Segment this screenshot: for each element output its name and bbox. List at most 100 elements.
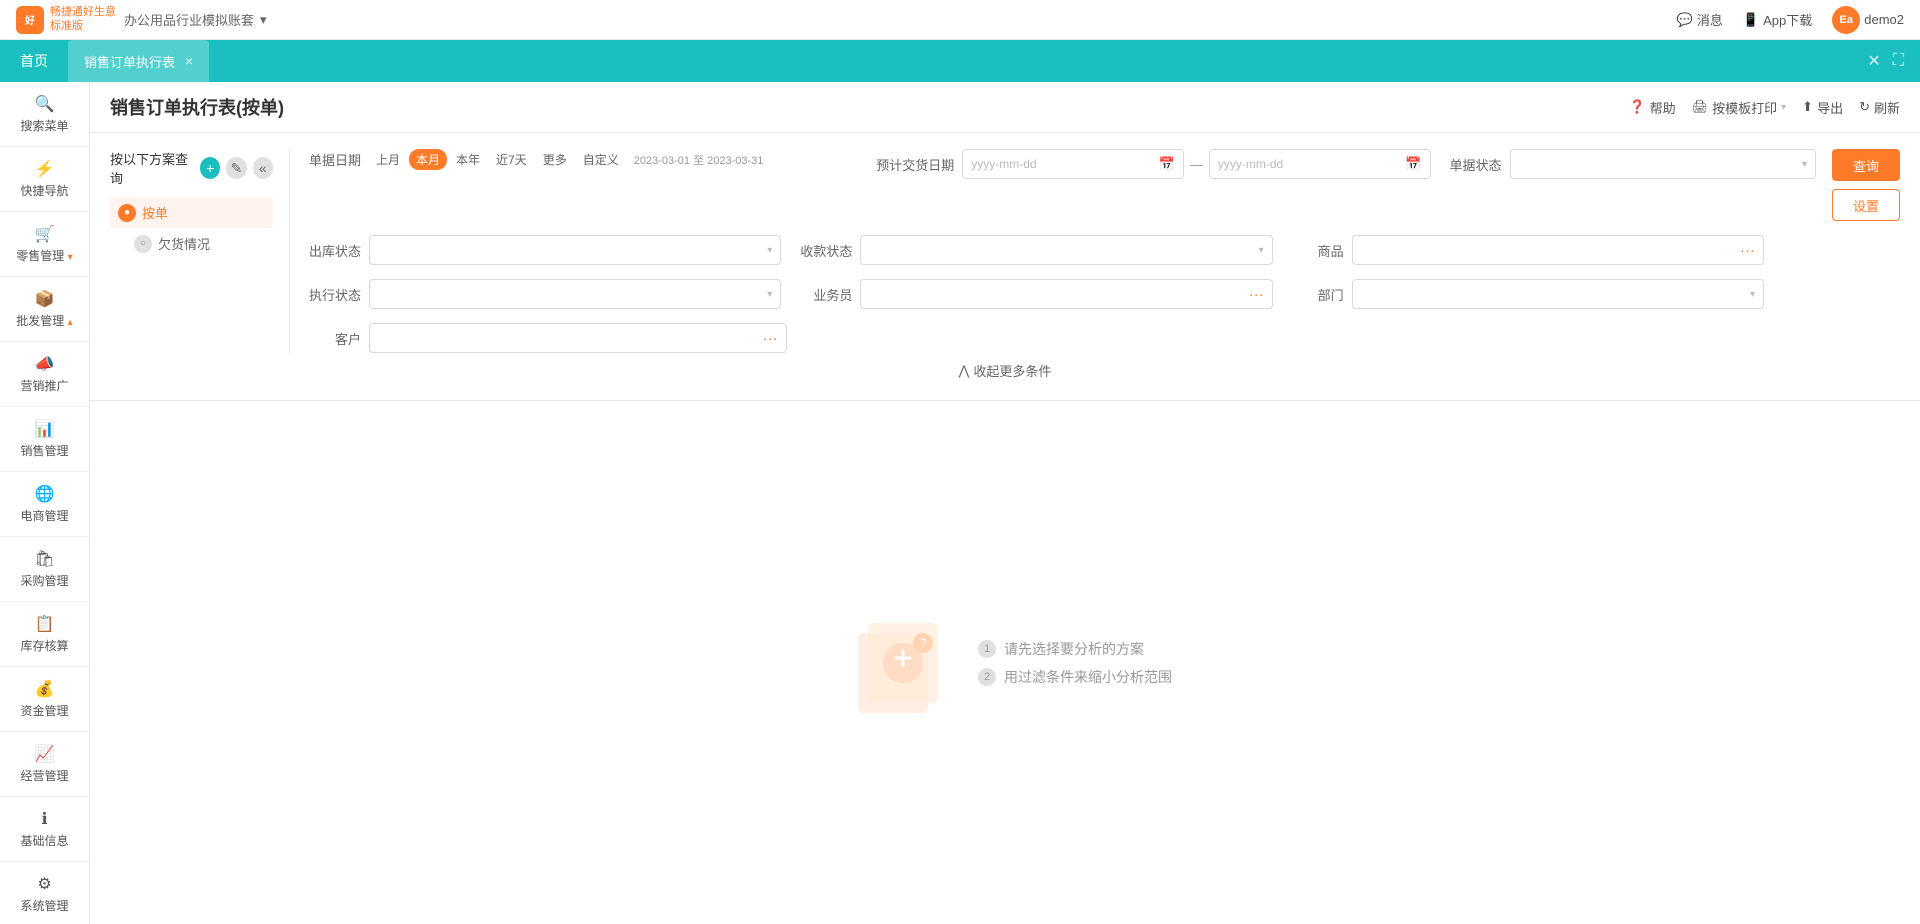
page-title: 销售订单执行表(按单) (110, 94, 284, 132)
download-icon: 📱 (1743, 12, 1759, 28)
close-window-icon[interactable]: ✕ (1867, 51, 1880, 71)
finance-icon: 💰 (6, 679, 83, 699)
collapse-more-btn[interactable]: ⋀ 收起更多条件 (110, 353, 1900, 384)
add-scheme-btn[interactable]: + (200, 157, 220, 179)
query-button[interactable]: 查询 (1832, 149, 1900, 181)
page-actions: ❓ 帮助 🖨 按模板打印 ▾ ⬆ 导出 ↻ 刷新 (1629, 98, 1900, 129)
scheme-shortage-icon: ○ (134, 235, 152, 253)
set-button[interactable]: 设置 (1832, 189, 1900, 221)
exec-group: 执行状态 ▾ (306, 279, 781, 309)
logo-text: 畅捷通好生意 标准版 (50, 6, 116, 32)
sidebar-item-sales[interactable]: 📊 销售管理 (0, 407, 89, 472)
print-btn[interactable]: 🖨 按模板打印 ▾ (1692, 98, 1787, 117)
help-icon: ❓ (1629, 99, 1645, 115)
date-btn-thismonth[interactable]: 本月 (409, 149, 447, 170)
outstock-group: 出库状态 ▾ (306, 235, 781, 265)
collapse-icon: ⋀ (959, 363, 970, 379)
empty-tip-1: 1 请先选择要分析的方案 (978, 639, 1172, 659)
export-icon: ⬆ (1802, 99, 1813, 115)
tip-num-2: 2 (978, 668, 996, 686)
goods-more-icon[interactable]: ··· (1740, 242, 1755, 259)
inventory-icon: 📋 (6, 614, 83, 634)
app-download-btn[interactable]: 📱 App下载 (1743, 10, 1812, 29)
sidebar-item-basic[interactable]: ℹ 基础信息 (0, 797, 89, 862)
retail-icon: 🛒 (6, 224, 83, 244)
empty-tips: 1 请先选择要分析的方案 2 用过滤条件来缩小分析范围 (978, 639, 1172, 687)
outstock-arrow: ▾ (767, 245, 772, 256)
receipt-group: 收款状态 ▾ (797, 235, 1272, 265)
scheme-order-icon: ● (118, 204, 136, 222)
tab-bar-right: ✕ ⛶ (1867, 51, 1920, 71)
message-btn[interactable]: 💬 消息 (1677, 10, 1723, 29)
query-action-area: 查询 设置 (1832, 149, 1900, 221)
collapse-scheme-btn[interactable]: « (253, 157, 273, 179)
receipt-select[interactable]: ▾ (860, 235, 1272, 265)
sidebar-item-search[interactable]: 🔍 搜索菜单 (0, 82, 89, 147)
status-group: 单据状态 ▾ (1447, 149, 1817, 179)
sidebar-item-nav[interactable]: ⚡ 快捷导航 (0, 147, 89, 212)
search-icon: 🔍 (6, 94, 83, 114)
print-icon: 🖨 (1692, 99, 1709, 115)
cal-to-icon: 📅 (1405, 156, 1421, 172)
breadcrumb[interactable]: 办公用品行业模拟账套 ▾ (124, 10, 267, 29)
outstock-select[interactable]: ▾ (369, 235, 781, 265)
top-bar-left: 好 畅捷通好生意 标准版 办公用品行业模拟账套 ▾ (16, 6, 267, 34)
date-btn-7days[interactable]: 近7天 (489, 149, 534, 170)
expected-date-group: 预计交货日期 yyyy-mm-dd 📅 — yyyy-mm-dd 📅 (876, 149, 1430, 179)
filter-area: 按以下方案查询 + ✎ « ● 按单 ○ 欠货情况 (90, 133, 1920, 401)
page-header: 销售订单执行表(按单) ❓ 帮助 🖨 按模板打印 ▾ ⬆ 导出 ↻ 刷新 (90, 82, 1920, 133)
expected-date-to[interactable]: yyyy-mm-dd 📅 (1209, 149, 1431, 179)
salesman-more-icon[interactable]: ··· (1249, 286, 1264, 303)
goods-select[interactable]: ··· (1352, 235, 1764, 265)
marketing-icon: 📣 (6, 354, 83, 374)
maximize-icon[interactable]: ⛶ (1893, 52, 1904, 70)
receipt-arrow: ▾ (1259, 245, 1264, 256)
tab-close-btn[interactable]: × (185, 53, 193, 69)
date-btn-custom[interactable]: 自定义 (576, 149, 626, 170)
tab-active[interactable]: 首页 销售订单执行表 × (68, 40, 209, 82)
date-btn-more[interactable]: 更多 (536, 149, 574, 170)
help-btn[interactable]: ❓ 帮助 (1629, 98, 1675, 117)
sidebar-item-marketing[interactable]: 📣 营销推广 (0, 342, 89, 407)
expected-date-from[interactable]: yyyy-mm-dd 📅 (962, 149, 1184, 179)
status-select[interactable]: ▾ (1510, 149, 1817, 179)
filter-main: 按以下方案查询 + ✎ « ● 按单 ○ 欠货情况 (110, 149, 1900, 353)
exec-arrow: ▾ (767, 289, 772, 300)
scheme-header: 按以下方案查询 + ✎ « (110, 149, 273, 187)
empty-state: ? 1 请先选择要分析的方案 2 用过滤条件来缩小分析范围 (90, 401, 1920, 924)
sidebar-item-operations[interactable]: 📈 经营管理 (0, 732, 89, 797)
export-btn[interactable]: ⬆ 导出 (1802, 98, 1843, 117)
sidebar-item-inventory[interactable]: 📋 库存核算 (0, 602, 89, 667)
empty-illustration: ? (838, 603, 958, 723)
customer-select[interactable]: ··· (369, 323, 787, 353)
date-btn-lastmonth[interactable]: 上月 (369, 149, 407, 170)
avatar: Ea (1832, 6, 1860, 34)
dept-arrow: ▾ (1750, 289, 1755, 300)
sidebar-item-finance[interactable]: 💰 资金管理 (0, 667, 89, 732)
top-bar: 好 畅捷通好生意 标准版 办公用品行业模拟账套 ▾ 💬 消息 📱 App下载 E… (0, 0, 1920, 40)
sidebar-item-purchase[interactable]: 🛍 采购管理 (0, 537, 89, 602)
ecommerce-icon: 🌐 (6, 484, 83, 504)
filter-fields-area: 单据日期 上月 本月 本年 近7天 更多 自定义 20 (306, 149, 1900, 353)
sidebar-item-wholesale[interactable]: 📦 批发管理 ▴ (0, 277, 89, 342)
tab-home[interactable]: 首页 (0, 40, 68, 82)
sidebar-item-system[interactable]: ⚙ 系统管理 (0, 862, 89, 924)
exec-select[interactable]: ▾ (369, 279, 781, 309)
customer-more-icon[interactable]: ··· (763, 330, 778, 347)
date-btn-thisyear[interactable]: 本年 (449, 149, 487, 170)
salesman-select[interactable]: ··· (860, 279, 1272, 309)
date-field-group: 单据日期 上月 本月 本年 近7天 更多 自定义 20 (306, 149, 860, 170)
tab-bar: 首页 首页 销售订单执行表 × ✕ ⛶ (0, 40, 1920, 82)
refresh-icon: ↻ (1859, 99, 1870, 115)
user-menu[interactable]: Ea demo2 (1832, 6, 1904, 34)
scheme-item-order[interactable]: ● 按单 (110, 197, 273, 228)
sidebar-item-ecommerce[interactable]: 🌐 电商管理 (0, 472, 89, 537)
content-area: 销售订单执行表(按单) ❓ 帮助 🖨 按模板打印 ▾ ⬆ 导出 ↻ 刷新 (90, 82, 1920, 924)
dept-select[interactable]: ▾ (1352, 279, 1764, 309)
sidebar-item-retail[interactable]: 🛒 零售管理 ▾ (0, 212, 89, 277)
goods-group: 商品 ··· (1289, 235, 1764, 265)
scheme-item-shortage[interactable]: ○ 欠货情况 (110, 228, 273, 259)
logo-area: 好 畅捷通好生意 标准版 (16, 6, 116, 34)
edit-scheme-btn[interactable]: ✎ (226, 157, 246, 179)
refresh-btn[interactable]: ↻ 刷新 (1859, 98, 1900, 117)
